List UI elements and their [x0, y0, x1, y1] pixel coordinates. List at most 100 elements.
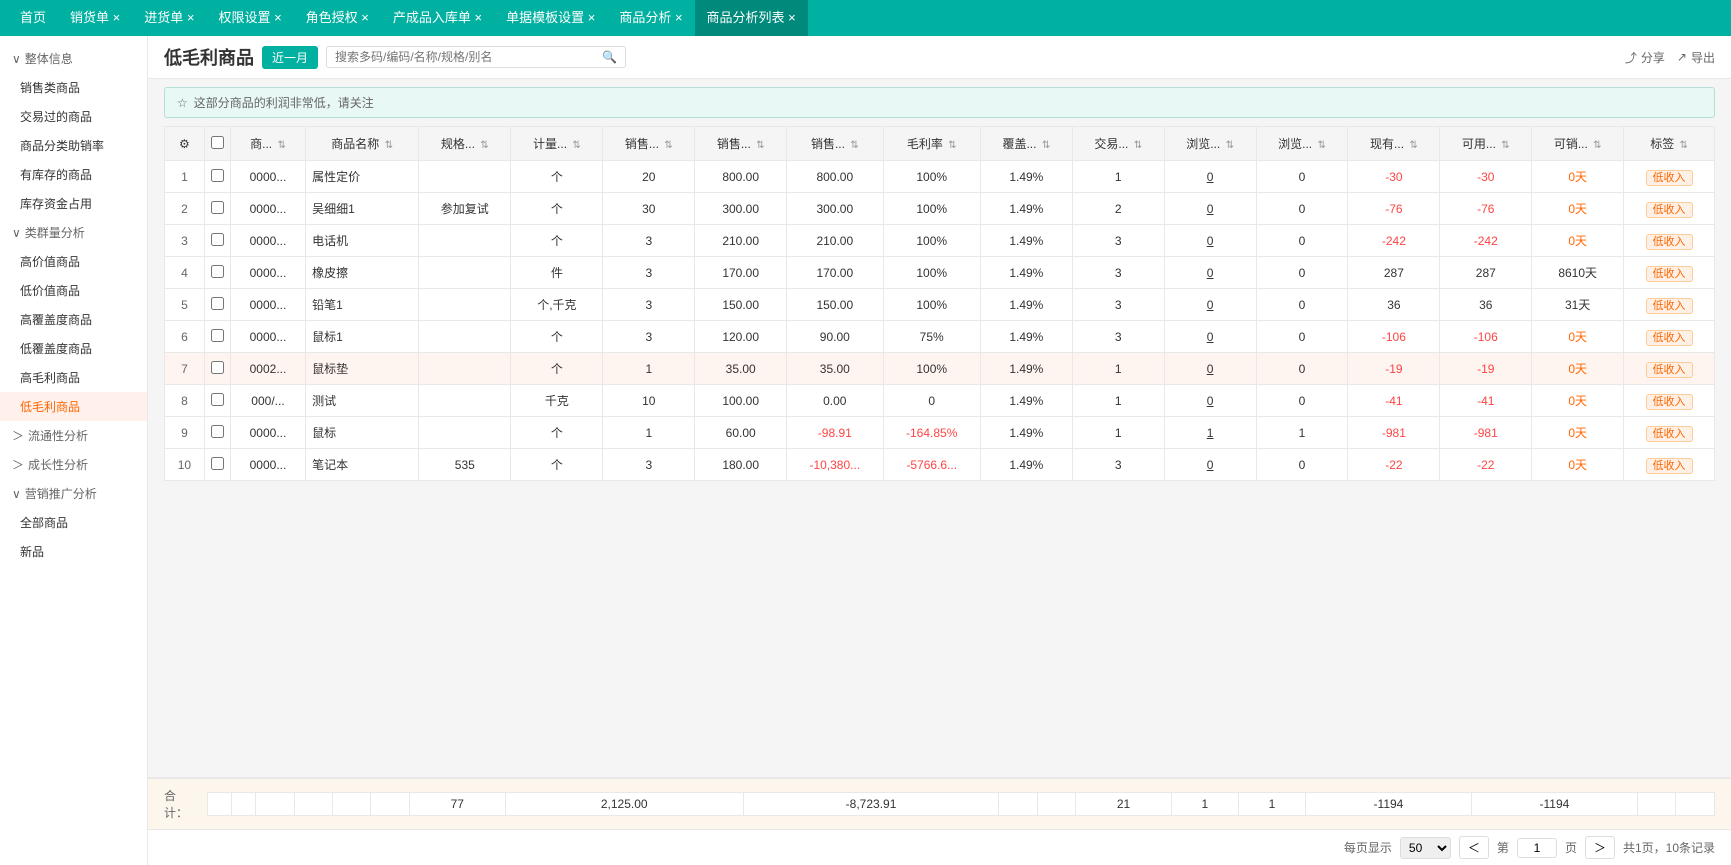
page-size-select[interactable]: 50 100 200	[1400, 837, 1451, 859]
row-view1[interactable]: 0	[1164, 449, 1256, 481]
sidebar-group-circulation[interactable]: ＞ 流通性分析	[0, 421, 147, 450]
sidebar-item-sales-products[interactable]: 销售类商品	[0, 73, 147, 102]
row-checkbox[interactable]	[211, 361, 224, 374]
nav-product-entry[interactable]: 产成品入库单 ×	[381, 0, 494, 36]
col-margin[interactable]: 毛利率 ⇅	[883, 127, 980, 161]
row-checkbox[interactable]	[211, 425, 224, 438]
row-trade: 2	[1072, 193, 1164, 225]
sidebar-item-traded-products[interactable]: 交易过的商品	[0, 102, 147, 131]
nav-roles[interactable]: 角色授权 ×	[294, 0, 381, 36]
sidebar-item-inventory-capital[interactable]: 库存资金占用	[0, 189, 147, 218]
prev-page-button[interactable]: ＜	[1459, 836, 1489, 859]
sidebar-item-high-coverage[interactable]: 高覆盖度商品	[0, 305, 147, 334]
row-checkbox-cell[interactable]	[204, 417, 230, 449]
row-checkbox-cell[interactable]	[204, 321, 230, 353]
search-box[interactable]: 🔍	[326, 46, 626, 68]
sidebar-item-high-margin[interactable]: 高毛利商品	[0, 363, 147, 392]
search-input[interactable]	[335, 50, 602, 64]
period-button[interactable]: 近一月	[262, 46, 318, 69]
row-trade: 1	[1072, 353, 1164, 385]
row-checkbox[interactable]	[211, 201, 224, 214]
row-unit: 个	[511, 193, 603, 225]
col-sales2[interactable]: 销售... ⇅	[695, 127, 787, 161]
sidebar-group-growth[interactable]: ＞ 成长性分析	[0, 450, 147, 479]
row-view1[interactable]: 0	[1164, 353, 1256, 385]
sidebar-group-cluster[interactable]: ∨ 类群量分析	[0, 218, 147, 247]
col-code[interactable]: 商... ⇅	[230, 127, 305, 161]
next-page-button[interactable]: ＞	[1585, 836, 1615, 859]
row-checkbox-cell[interactable]	[204, 193, 230, 225]
col-view1[interactable]: 浏览... ⇅	[1164, 127, 1256, 161]
select-all-checkbox[interactable]	[211, 136, 224, 149]
sidebar-item-high-value[interactable]: 高价值商品	[0, 247, 147, 276]
row-margin: 100%	[883, 289, 980, 321]
col-coverage[interactable]: 覆盖... ⇅	[980, 127, 1072, 161]
row-checkbox-cell[interactable]	[204, 353, 230, 385]
sidebar-item-all-products[interactable]: 全部商品	[0, 508, 147, 537]
row-sales3: 300.00	[787, 193, 883, 225]
row-coverage: 1.49%	[980, 257, 1072, 289]
sidebar-item-stocked-products[interactable]: 有库存的商品	[0, 160, 147, 189]
row-view1[interactable]: 0	[1164, 385, 1256, 417]
export-button[interactable]: ↗ 导出	[1677, 49, 1715, 66]
nav-purchase[interactable]: 进货单 ×	[132, 0, 206, 36]
page-number-input[interactable]	[1517, 838, 1557, 858]
row-num: 8	[165, 385, 205, 417]
row-spec	[419, 321, 511, 353]
nav-product-analysis-list[interactable]: 商品分析列表 ×	[695, 0, 808, 36]
row-checkbox[interactable]	[211, 233, 224, 246]
row-checkbox-cell[interactable]	[204, 385, 230, 417]
row-checkbox-cell[interactable]	[204, 449, 230, 481]
row-avail: -981	[1440, 417, 1532, 449]
sidebar-item-low-value[interactable]: 低价值商品	[0, 276, 147, 305]
sidebar-item-low-margin[interactable]: 低毛利商品	[0, 392, 147, 421]
nav-home[interactable]: 首页	[8, 0, 58, 36]
col-spec[interactable]: 规格... ⇅	[419, 127, 511, 161]
row-checkbox[interactable]	[211, 265, 224, 278]
row-checkbox-cell[interactable]	[204, 161, 230, 193]
row-checkbox[interactable]	[211, 169, 224, 182]
col-name[interactable]: 商品名称 ⇅	[306, 127, 419, 161]
row-checkbox-cell[interactable]	[204, 225, 230, 257]
nav-template[interactable]: 单据模板设置 ×	[494, 0, 607, 36]
row-sales3: -10,380...	[787, 449, 883, 481]
row-sales2: 150.00	[695, 289, 787, 321]
col-sales3[interactable]: 销售... ⇅	[787, 127, 883, 161]
row-view1[interactable]: 0	[1164, 289, 1256, 321]
table-container[interactable]: ⚙ 商... ⇅ 商品名称 ⇅ 规格... ⇅ 计量... ⇅ 销售... ⇅ …	[148, 126, 1731, 777]
col-sales1[interactable]: 销售... ⇅	[603, 127, 695, 161]
sidebar-item-low-coverage[interactable]: 低覆盖度商品	[0, 334, 147, 363]
sidebar-group-marketing[interactable]: ∨ 营销推广分析	[0, 479, 147, 508]
row-view1[interactable]: 0	[1164, 193, 1256, 225]
row-view1[interactable]: 0	[1164, 257, 1256, 289]
row-checkbox[interactable]	[211, 393, 224, 406]
row-checkbox[interactable]	[211, 297, 224, 310]
col-view2[interactable]: 浏览... ⇅	[1256, 127, 1348, 161]
nav-sales[interactable]: 销货单 ×	[58, 0, 132, 36]
nav-product-analysis[interactable]: 商品分析 ×	[607, 0, 694, 36]
col-tag[interactable]: 标签 ⇅	[1624, 127, 1715, 161]
share-button[interactable]: ⤴ 分享	[1625, 49, 1665, 66]
row-checkbox[interactable]	[211, 329, 224, 342]
search-icon[interactable]: 🔍	[602, 50, 617, 64]
row-checkbox[interactable]	[211, 457, 224, 470]
nav-permissions[interactable]: 权限设置 ×	[206, 0, 293, 36]
col-avail[interactable]: 可用... ⇅	[1440, 127, 1532, 161]
row-checkbox-cell[interactable]	[204, 257, 230, 289]
col-trade[interactable]: 交易... ⇅	[1072, 127, 1164, 161]
row-view1[interactable]: 0	[1164, 321, 1256, 353]
col-unit[interactable]: 计量... ⇅	[511, 127, 603, 161]
col-stock[interactable]: 现有... ⇅	[1348, 127, 1440, 161]
col-saleable[interactable]: 可销... ⇅	[1532, 127, 1624, 161]
row-view1[interactable]: 0	[1164, 225, 1256, 257]
row-view1[interactable]: 0	[1164, 161, 1256, 193]
sidebar-item-new-products[interactable]: 新品	[0, 537, 147, 566]
sidebar-group-overview[interactable]: ∨ 整体信息	[0, 44, 147, 73]
sidebar-group-overview-label: 整体信息	[25, 50, 73, 67]
col-checkbox[interactable]	[204, 127, 230, 161]
sidebar-item-category-sales-rate[interactable]: 商品分类助销率	[0, 131, 147, 160]
row-checkbox-cell[interactable]	[204, 289, 230, 321]
col-settings[interactable]: ⚙	[165, 127, 205, 161]
row-view1[interactable]: 1	[1164, 417, 1256, 449]
row-sales2: 170.00	[695, 257, 787, 289]
